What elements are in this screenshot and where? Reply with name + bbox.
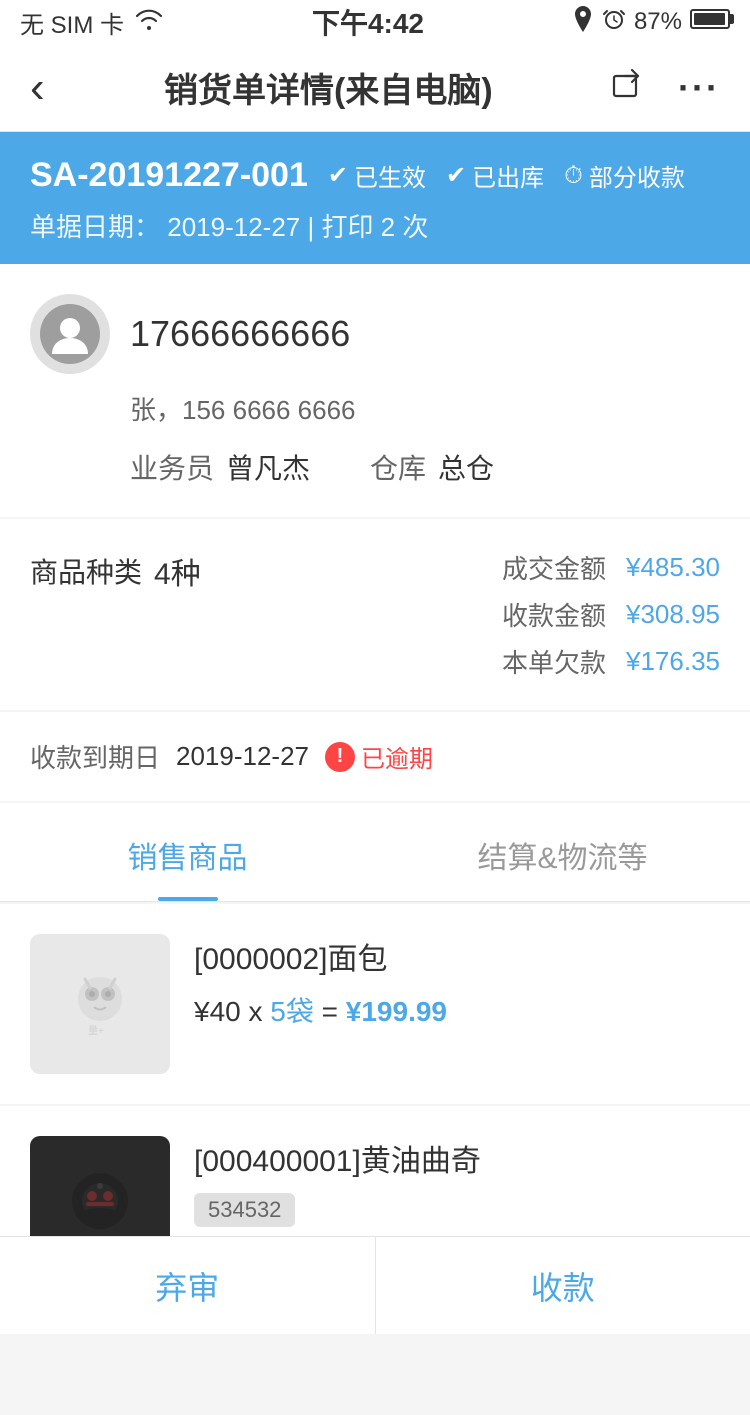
price-base-1: ¥40	[194, 996, 241, 1027]
overdue-badge: ! 已逾期	[325, 739, 433, 774]
received-amount-value: ¥308.95	[626, 599, 720, 630]
nav-bar: ‹ 销货单详情(来自电脑) ···	[0, 44, 750, 132]
stats-left: 商品种类 4种	[30, 549, 201, 593]
customer-section: 17666666666 张，156 6666 6666 业务员 曾凡杰 仓库 总…	[0, 264, 750, 517]
stats-section: 商品种类 4种 成交金额 ¥485.30 收款金额 ¥308.95 本单欠款 ¥…	[0, 519, 750, 710]
battery-icon	[690, 8, 730, 36]
price-x-1: x	[249, 996, 271, 1027]
debt-amount-value: ¥176.35	[626, 646, 720, 677]
price-total-1: ¥199.99	[346, 996, 447, 1027]
received-amount-label: 收款金额	[502, 596, 606, 633]
overdue-text: 已逾期	[361, 739, 433, 774]
customer-sub: 张，156 6666 6666	[30, 390, 720, 427]
customer-name: 17666666666	[130, 313, 350, 355]
overdue-icon: !	[325, 742, 355, 772]
cancel-review-button[interactable]: 弃审	[0, 1237, 376, 1334]
status-partial-payment: ⏱ 部分收款	[564, 158, 685, 193]
back-button[interactable]: ‹	[30, 63, 45, 113]
status-time: 下午4:42	[312, 2, 424, 42]
salesperson-item: 业务员 曾凡杰	[130, 447, 310, 487]
product-count: 4种	[154, 549, 201, 593]
status-left: 无 SIM 卡	[20, 5, 164, 40]
order-id: SA-20191227-001	[30, 156, 308, 195]
product-thumbnail-1: 量+	[30, 934, 170, 1074]
warehouse-value: 总仓	[438, 447, 494, 487]
due-date-label: 收款到期日	[30, 738, 160, 775]
order-date: 2019-12-27	[167, 212, 300, 242]
product-type-label: 商品种类	[30, 551, 142, 591]
carrier-label: 无 SIM 卡	[20, 5, 124, 40]
deal-amount-row: 成交金额 ¥485.30	[502, 549, 720, 586]
deal-amount-value: ¥485.30	[626, 552, 720, 583]
received-amount-row: 收款金额 ¥308.95	[502, 596, 720, 633]
date-label: 单据日期：	[30, 212, 160, 242]
svg-text:量+: 量+	[88, 1025, 104, 1037]
salesperson-label: 业务员	[130, 447, 214, 487]
customer-row: 17666666666	[30, 294, 720, 374]
collect-payment-button[interactable]: 收款	[376, 1237, 750, 1334]
debt-amount-label: 本单欠款	[502, 643, 606, 680]
price-qty-1: 5袋	[270, 996, 314, 1027]
salesperson-value: 曾凡杰	[226, 447, 310, 487]
tab-settlement-logistics[interactable]: 结算&物流等	[375, 803, 750, 901]
avatar-icon	[40, 304, 100, 364]
tab-sales-products[interactable]: 销售商品	[0, 803, 375, 901]
header-banner: SA-20191227-001 ✔ 已生效 ✔ 已出库 ⏱ 部分收款 单据日期：…	[0, 132, 750, 264]
due-date-section: 收款到期日 2019-12-27 ! 已逾期	[0, 712, 750, 801]
check-icon-1: ✔	[328, 161, 348, 190]
status-effective: ✔ 已生效	[328, 158, 426, 193]
product-name-2: [000400001]黄油曲奇	[194, 1136, 720, 1180]
status-bar: 无 SIM 卡 下午4:42 87%	[0, 0, 750, 44]
status-right: 87%	[572, 6, 730, 39]
location-icon	[572, 6, 594, 39]
check-icon-2: ✔	[446, 161, 466, 190]
clock-icon: ⏱	[564, 162, 583, 190]
avatar	[30, 294, 110, 374]
page-title: 销货单详情(来自电脑)	[164, 63, 493, 112]
more-icon[interactable]: ···	[678, 67, 720, 109]
customer-meta: 业务员 曾凡杰 仓库 总仓	[30, 447, 720, 487]
deal-amount-label: 成交金额	[502, 549, 606, 586]
stats-right: 成交金额 ¥485.30 收款金额 ¥308.95 本单欠款 ¥176.35	[502, 549, 720, 680]
product-info-1: [0000002]面包 ¥40 x 5袋 = ¥199.99	[194, 934, 720, 1030]
print-info: | 打印 2 次	[307, 212, 428, 242]
product-tag-2: 534532	[194, 1193, 295, 1227]
warehouse-item: 仓库 总仓	[370, 447, 494, 487]
battery-label: 87%	[634, 8, 682, 36]
price-eq-1: =	[322, 996, 346, 1027]
due-date-value: 2019-12-27	[176, 741, 309, 772]
alarm-icon	[602, 7, 626, 38]
product-price-1: ¥40 x 5袋 = ¥199.99	[194, 990, 720, 1030]
list-item: 量+ [0000002]面包 ¥40 x 5袋 = ¥199.99	[0, 904, 750, 1104]
warehouse-label: 仓库	[370, 447, 426, 487]
status-shipped: ✔ 已出库	[446, 158, 544, 193]
product-name-1: [0000002]面包	[194, 934, 720, 978]
banner-row1: SA-20191227-001 ✔ 已生效 ✔ 已出库 ⏱ 部分收款	[30, 156, 720, 195]
share-icon[interactable]	[612, 66, 648, 109]
bottom-bar: 弃审 收款	[0, 1236, 750, 1334]
nav-actions: ···	[612, 66, 720, 109]
wifi-icon	[134, 8, 164, 37]
banner-date-row: 单据日期： 2019-12-27 | 打印 2 次	[30, 207, 720, 244]
debt-amount-row: 本单欠款 ¥176.35	[502, 643, 720, 680]
tabs-section: 销售商品 结算&物流等	[0, 803, 750, 902]
